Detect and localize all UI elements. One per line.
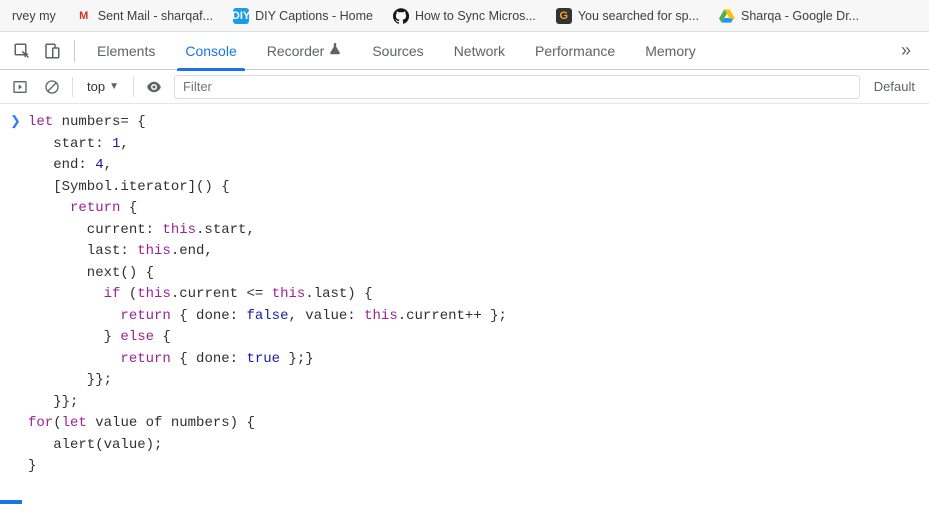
console-toolbar: top ▼ Default (0, 70, 929, 104)
bookmark-item[interactable]: DIY DIY Captions - Home (225, 4, 381, 28)
separator (133, 77, 134, 97)
tab-network[interactable]: Network (440, 32, 519, 70)
bookmarks-bar: rvey my M Sent Mail - sharqaf... DIY DIY… (0, 0, 929, 32)
clear-console-icon[interactable] (40, 75, 64, 99)
google-drive-icon (719, 8, 735, 24)
tab-performance[interactable]: Performance (521, 32, 629, 70)
context-selector[interactable]: top ▼ (81, 77, 125, 96)
tab-console[interactable]: Console (171, 32, 250, 70)
bookmark-label: rvey my (12, 9, 56, 23)
tab-elements[interactable]: Elements (83, 32, 169, 70)
filter-field (174, 75, 860, 99)
bookmark-label: DIY Captions - Home (255, 9, 373, 23)
context-label: top (87, 79, 105, 94)
code-block[interactable]: let numbers= { start: 1, end: 4, [Symbol… (28, 112, 507, 478)
more-tabs-icon[interactable]: » (891, 40, 921, 61)
tab-sources[interactable]: Sources (358, 32, 437, 70)
chevron-down-icon: ▼ (109, 81, 119, 92)
bookmark-label: Sharqa - Google Dr... (741, 9, 859, 23)
bookmark-item[interactable]: M Sent Mail - sharqaf... (68, 4, 221, 28)
separator (72, 77, 73, 97)
filter-input[interactable] (174, 75, 860, 99)
bookmark-item[interactable]: G You searched for sp... (548, 4, 707, 28)
separator (74, 40, 75, 62)
inspect-icon[interactable] (8, 37, 36, 65)
beaker-icon (328, 42, 342, 59)
search-site-icon: G (556, 8, 572, 24)
bookmark-label: How to Sync Micros... (415, 9, 536, 23)
bookmark-item[interactable]: How to Sync Micros... (385, 4, 544, 28)
console-output: ❯ let numbers= { start: 1, end: 4, [Symb… (0, 104, 929, 498)
diy-icon: DIY (233, 8, 249, 24)
github-icon (393, 8, 409, 24)
bookmark-item[interactable]: rvey my (4, 5, 64, 27)
bookmark-label: You searched for sp... (578, 9, 699, 23)
prompt-caret-icon: ❯ (10, 113, 20, 129)
device-toggle-icon[interactable] (38, 37, 66, 65)
tab-recorder[interactable]: Recorder (253, 32, 357, 70)
toggle-sidebar-icon[interactable] (8, 75, 32, 99)
bookmark-label: Sent Mail - sharqaf... (98, 9, 213, 23)
tab-memory[interactable]: Memory (631, 32, 710, 70)
devtools-tabs: Elements Console Recorder Sources Networ… (0, 32, 929, 70)
log-level-selector[interactable]: Default (868, 79, 921, 94)
gmail-icon: M (76, 8, 92, 24)
bottom-indicator (0, 498, 929, 504)
bookmark-item[interactable]: Sharqa - Google Dr... (711, 4, 867, 28)
live-expression-icon[interactable] (142, 75, 166, 99)
